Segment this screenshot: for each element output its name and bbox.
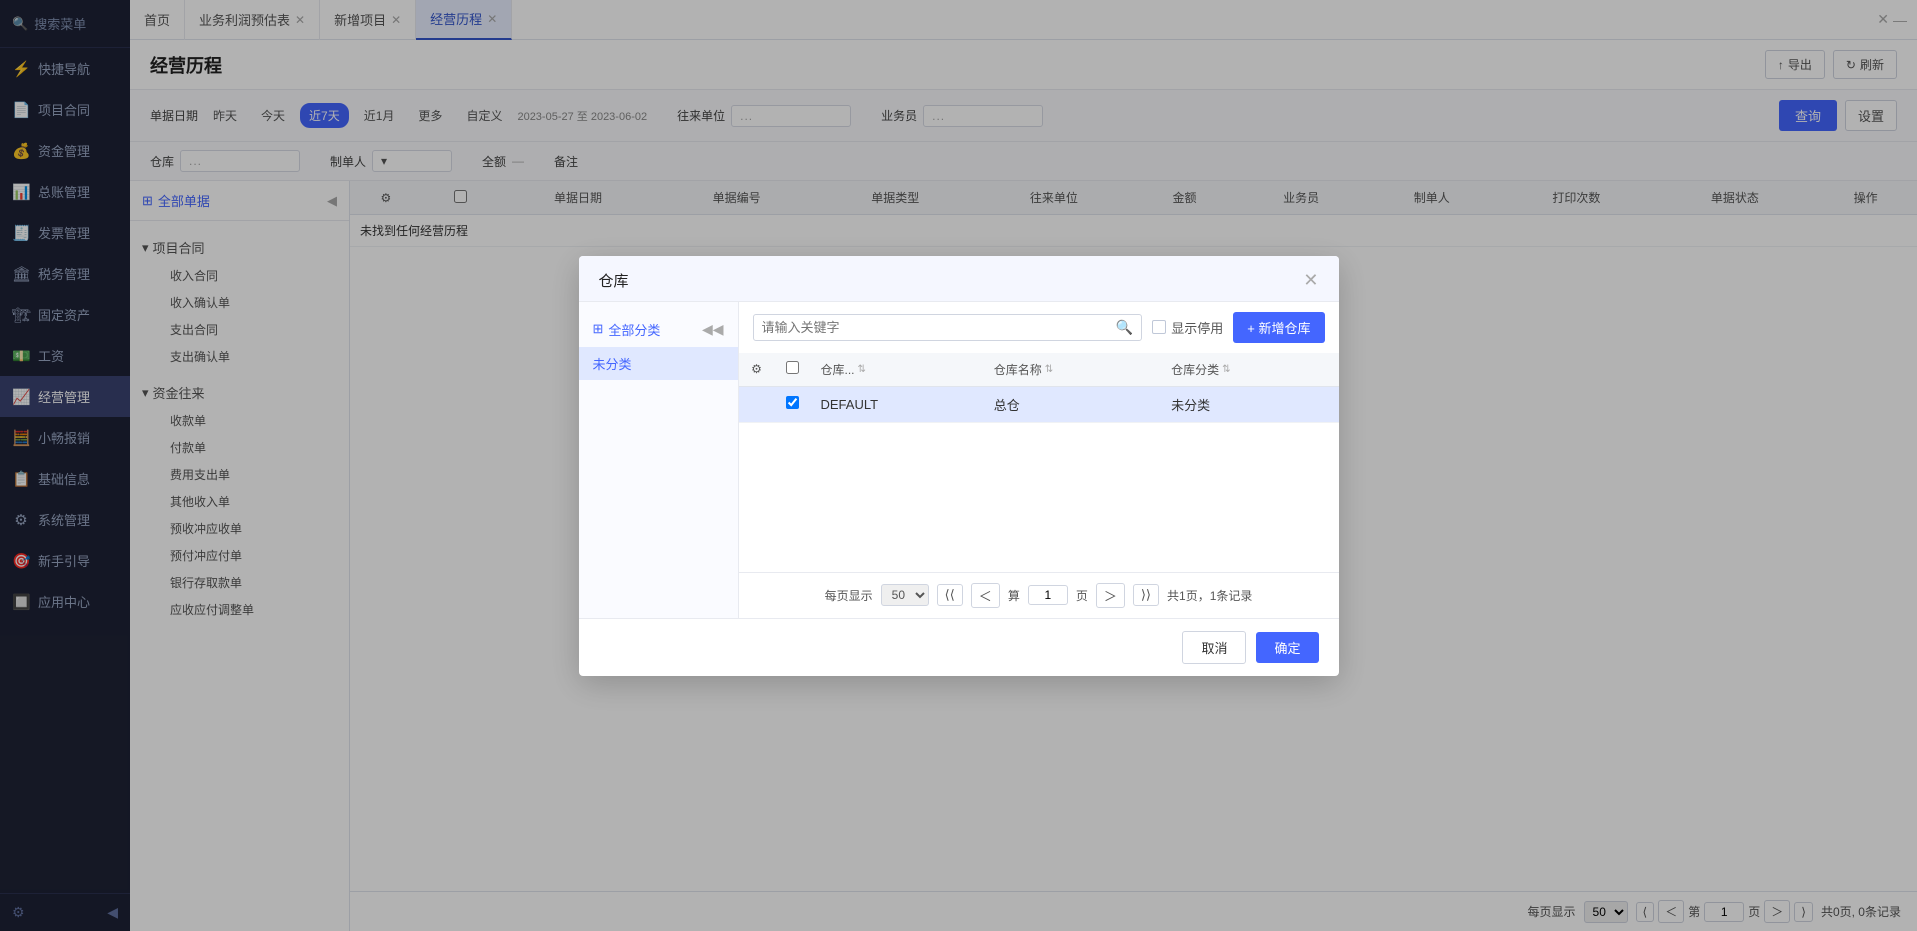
row-code: DEFAULT: [811, 386, 984, 422]
collapse-category-icon[interactable]: ◀◀: [702, 321, 724, 338]
modal-gear-icon[interactable]: ⚙: [751, 362, 762, 376]
modal-total: 共1页，1条记录: [1167, 587, 1252, 604]
category-item-unclassified[interactable]: 未分类: [579, 347, 738, 380]
modal-per-page-label: 每页显示: [825, 587, 873, 604]
modal-pagination: 每页显示 50 ⟨⟨ ＜ 算 页 ＞ ⟩⟩ 共1页，1条记录: [739, 572, 1339, 618]
modal-title: 仓库: [599, 270, 629, 291]
modal-col-name: 仓库名称 ⇅: [984, 353, 1161, 387]
modal-page-input[interactable]: [1028, 585, 1068, 605]
row-select-checkbox[interactable]: [786, 396, 799, 409]
confirm-button[interactable]: 确定: [1256, 632, 1318, 663]
row-checkbox: [775, 386, 811, 422]
table-toolbar: 🔍 显示停用 + 新增仓库: [739, 302, 1339, 353]
modal-page-unit: 页: [1076, 587, 1088, 604]
search-icon-modal: 🔍: [1116, 319, 1133, 336]
modal-table-row[interactable]: DEFAULT 总仓 未分类: [739, 386, 1339, 422]
modal-next-page-btn[interactable]: ＞: [1096, 583, 1125, 608]
modal-last-page-btn[interactable]: ⟩⟩: [1133, 584, 1159, 606]
sort-icon-code: ⇅: [858, 364, 866, 375]
sort-icon-category: ⇅: [1222, 364, 1230, 375]
table-panel: 🔍 显示停用 + 新增仓库 ⚙: [739, 302, 1339, 618]
modal-col-checkbox: [775, 353, 811, 387]
modal-footer: 取消 确定: [579, 618, 1339, 676]
warehouse-modal: 仓库 ✕ ⊞ 全部分类 ◀◀ 未分类 🔍: [579, 256, 1339, 676]
modal-per-page-select[interactable]: 50: [881, 584, 929, 606]
row-name: 总仓: [984, 386, 1161, 422]
modal-prev-page-btn[interactable]: ＜: [971, 583, 1000, 608]
show-disabled-label: 显示停用: [1171, 318, 1223, 337]
all-category-label: 全部分类: [608, 320, 660, 339]
row-settings: [739, 386, 775, 422]
modal-select-all[interactable]: [786, 361, 799, 374]
show-disabled-checkbox[interactable]: [1152, 320, 1166, 334]
cancel-button[interactable]: 取消: [1182, 631, 1246, 664]
search-box: 🔍: [753, 314, 1143, 341]
row-category: 未分类: [1161, 386, 1338, 422]
modal-page-word: 算: [1008, 587, 1020, 604]
category-grid-icon: ⊞: [593, 321, 604, 337]
modal-first-page-btn[interactable]: ⟨⟨: [937, 584, 963, 606]
modal-table-container: ⚙ 仓库... ⇅: [739, 353, 1339, 572]
show-disabled-group: 显示停用: [1152, 318, 1223, 337]
modal-search-input[interactable]: [762, 320, 1111, 335]
category-panel: ⊞ 全部分类 ◀◀ 未分类: [579, 302, 739, 618]
modal-overlay: 仓库 ✕ ⊞ 全部分类 ◀◀ 未分类 🔍: [0, 0, 1917, 931]
modal-body: ⊞ 全部分类 ◀◀ 未分类 🔍 显示停用 + 新增仓库: [579, 302, 1339, 618]
modal-table: ⚙ 仓库... ⇅: [739, 353, 1339, 423]
add-warehouse-button[interactable]: + 新增仓库: [1233, 312, 1324, 343]
modal-table-header: ⚙ 仓库... ⇅: [739, 353, 1339, 387]
modal-close-button[interactable]: ✕: [1303, 271, 1318, 289]
all-category-btn[interactable]: ⊞ 全部分类 ◀◀: [579, 312, 738, 347]
modal-col-settings: ⚙: [739, 353, 775, 387]
modal-col-category: 仓库分类 ⇅: [1161, 353, 1338, 387]
sort-icon-name: ⇅: [1045, 364, 1053, 375]
modal-header: 仓库 ✕: [579, 256, 1339, 302]
modal-col-code: 仓库... ⇅: [811, 353, 984, 387]
